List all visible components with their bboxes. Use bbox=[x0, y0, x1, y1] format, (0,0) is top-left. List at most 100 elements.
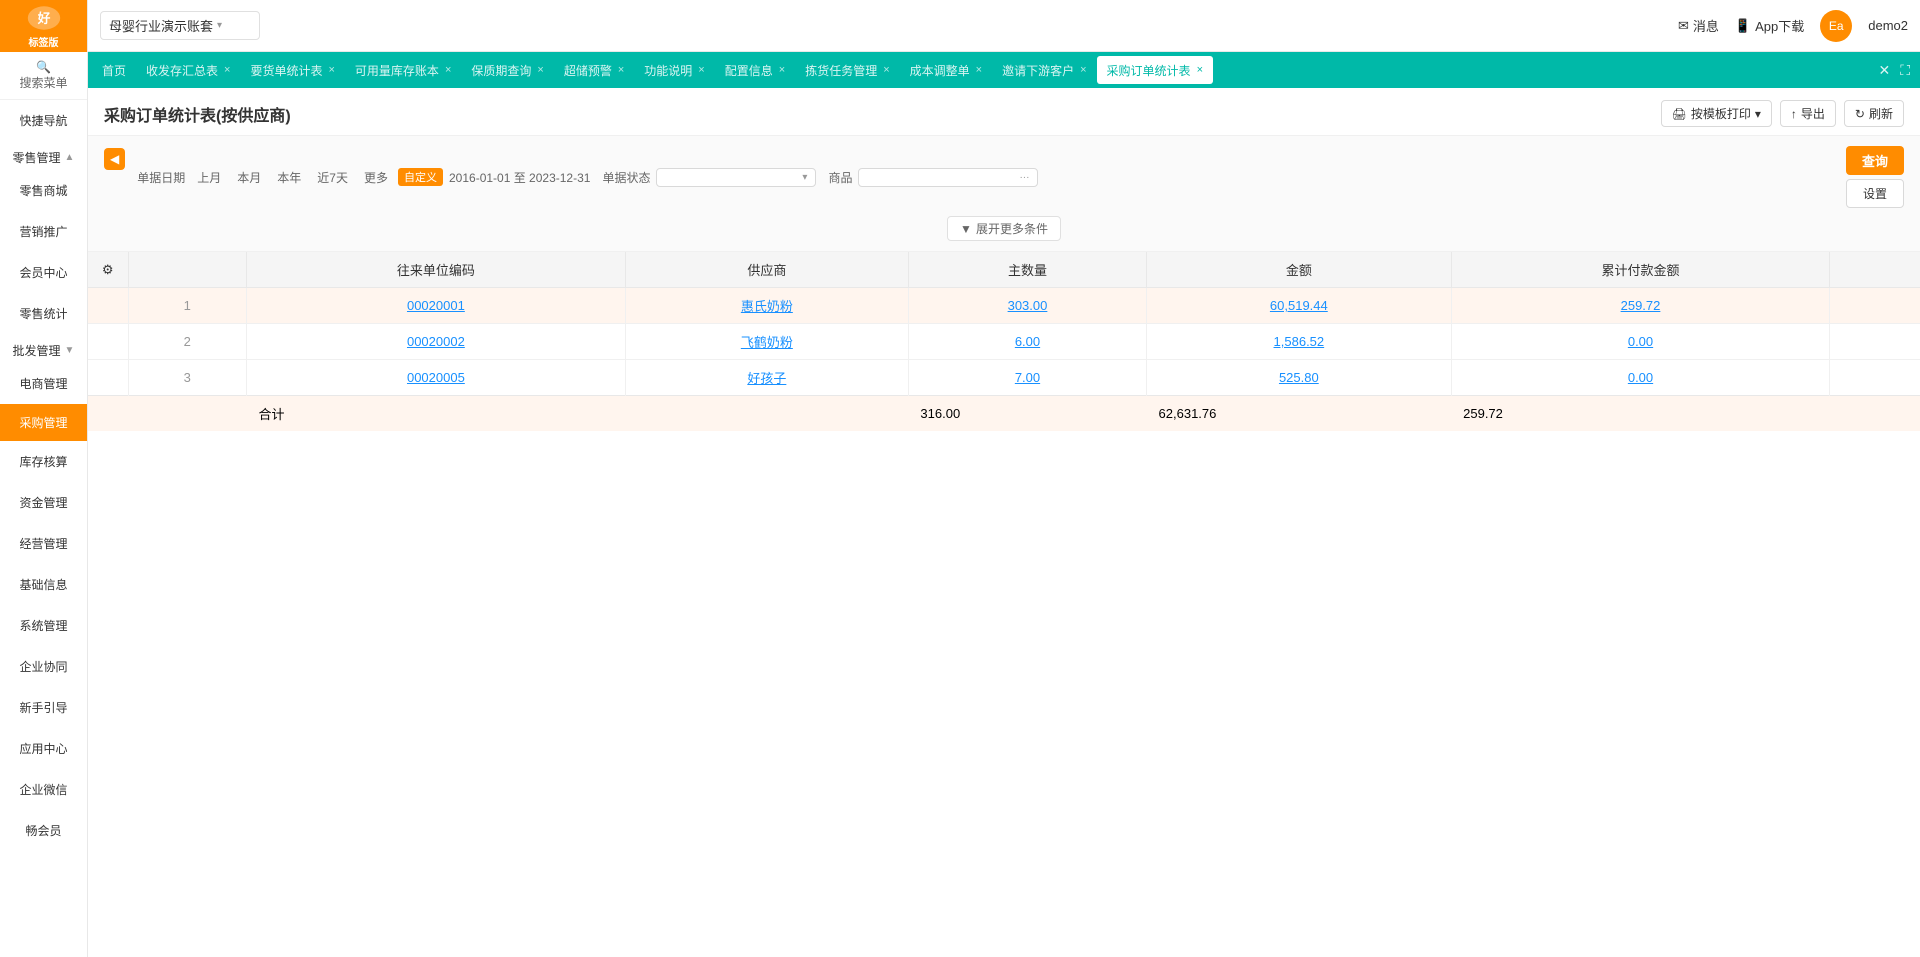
tab-available-stock[interactable]: 可用量库存账本 × bbox=[345, 56, 461, 84]
sidebar-item-marketing[interactable]: 营销推广 bbox=[4, 213, 83, 250]
sidebar-item-member[interactable]: 会员中心 bbox=[4, 254, 83, 291]
row-amount[interactable]: 60,519.44 bbox=[1147, 288, 1452, 324]
tab-close-icon[interactable]: × bbox=[1197, 64, 1203, 76]
sidebar-item-retail-stat[interactable]: 零售统计 bbox=[4, 295, 83, 332]
tab-close-icon[interactable]: × bbox=[618, 64, 624, 76]
row-paid-amount[interactable]: 0.00 bbox=[1451, 324, 1830, 360]
tab-cost-adjust[interactable]: 成本调整单 × bbox=[900, 56, 992, 84]
row-quantity[interactable]: 6.00 bbox=[908, 324, 1146, 360]
tab-close-icon[interactable]: × bbox=[328, 64, 334, 76]
logo-text: 标签版 bbox=[29, 34, 59, 49]
tab-close-icon[interactable]: × bbox=[1080, 64, 1086, 76]
row-paid-amount[interactable]: 0.00 bbox=[1451, 360, 1830, 396]
row-supplier-name[interactable]: 惠氏奶粉 bbox=[625, 288, 908, 324]
date-shortcut-7days[interactable]: 近7天 bbox=[311, 167, 354, 188]
sidebar-item-retail[interactable]: 零售管理 ▲ bbox=[0, 141, 87, 170]
sidebar-item-retail-mall[interactable]: 零售商城 bbox=[4, 172, 83, 209]
filter-settings-button[interactable]: 设置 bbox=[1846, 179, 1904, 208]
tab-requisition[interactable]: 要货单统计表 × bbox=[240, 56, 344, 84]
refresh-icon: ↻ bbox=[1855, 107, 1865, 121]
tab-pick-task[interactable]: 拣货任务管理 × bbox=[795, 56, 899, 84]
row-supplier-name[interactable]: 好孩子 bbox=[625, 360, 908, 396]
message-icon: ✉ bbox=[1678, 18, 1689, 34]
date-shortcut-more[interactable]: 更多 bbox=[358, 167, 394, 188]
tab-close-icon[interactable]: × bbox=[445, 64, 451, 76]
message-button[interactable]: ✉ 消息 bbox=[1678, 16, 1719, 35]
date-custom-badge[interactable]: 自定义 bbox=[398, 168, 443, 186]
tabbar-close-all-icon[interactable]: ✕ bbox=[1876, 60, 1892, 81]
user-name[interactable]: demo2 bbox=[1868, 18, 1908, 33]
sidebar-item-enterprise[interactable]: 企业协同 bbox=[4, 648, 83, 685]
tab-purchase-stat[interactable]: 采购订单统计表 × bbox=[1097, 56, 1213, 84]
tabbar: 首页 收发存汇总表 × 要货单统计表 × 可用量库存账本 × 保质期查询 × 超… bbox=[88, 52, 1920, 88]
sidebar-item-operation[interactable]: 经营管理 bbox=[4, 525, 83, 562]
tab-close-icon[interactable]: × bbox=[976, 64, 982, 76]
row-quantity[interactable]: 303.00 bbox=[908, 288, 1146, 324]
tab-label: 可用量库存账本 bbox=[355, 62, 439, 79]
sidebar-item-inventory[interactable]: 库存核算 bbox=[4, 443, 83, 480]
status-select-arrow-icon: ▾ bbox=[802, 172, 807, 183]
th-settings[interactable]: ⚙ bbox=[88, 252, 128, 288]
date-shortcut-this-month[interactable]: 本月 bbox=[231, 167, 267, 188]
row-amount[interactable]: 1,586.52 bbox=[1147, 324, 1452, 360]
filter-collapse-button[interactable]: ◀ bbox=[104, 148, 125, 170]
sidebar-item-label: 电商管理 bbox=[19, 377, 67, 391]
goods-input[interactable]: ··· bbox=[858, 168, 1038, 187]
filter-area: ◀ 单据日期 上月 本月 本年 近7天 更多 自定义 2016-01-01 至 … bbox=[88, 136, 1920, 252]
tab-close-icon[interactable]: × bbox=[224, 64, 230, 76]
tab-config[interactable]: 配置信息 × bbox=[715, 56, 795, 84]
row-index: 1 bbox=[128, 288, 247, 324]
tab-close-icon[interactable]: × bbox=[779, 64, 785, 76]
template-print-button[interactable]: 🖨 按模板打印 ▾ bbox=[1661, 100, 1772, 127]
tab-overstock[interactable]: 超储预警 × bbox=[554, 56, 634, 84]
refresh-button[interactable]: ↻ 刷新 bbox=[1844, 100, 1904, 127]
workspace-selector[interactable]: 母婴行业演示账套 ▾ bbox=[100, 11, 260, 40]
sidebar: 好 标签版 🔍 搜索菜单 快捷导航 零售管理 ▲ 零售商城 营销推广 会员中心 … bbox=[0, 0, 88, 957]
sidebar-item-search[interactable]: 🔍 搜索菜单 bbox=[0, 52, 87, 100]
tab-close-icon[interactable]: × bbox=[537, 64, 543, 76]
tabbar-maximize-icon[interactable]: ⛶ bbox=[1898, 60, 1912, 81]
tab-invite-customer[interactable]: 邀请下游客户 × bbox=[992, 56, 1096, 84]
tab-label: 配置信息 bbox=[725, 62, 773, 79]
sidebar-item-purchase[interactable]: 采购管理 bbox=[0, 404, 87, 441]
date-shortcut-last-month[interactable]: 上月 bbox=[191, 167, 227, 188]
tab-label: 邀请下游客户 bbox=[1002, 62, 1074, 79]
sidebar-item-label: 采购管理 bbox=[19, 416, 67, 430]
sidebar-item-ecommerce[interactable]: 电商管理 bbox=[4, 365, 83, 402]
sidebar-item-wechat[interactable]: 企业微信 bbox=[4, 771, 83, 808]
sidebar-item-basic[interactable]: 基础信息 bbox=[4, 566, 83, 603]
row-supplier-code[interactable]: 00020002 bbox=[247, 324, 626, 360]
user-avatar[interactable]: Ea bbox=[1820, 10, 1852, 42]
status-select[interactable]: ▾ bbox=[656, 168, 816, 187]
row-index: 3 bbox=[128, 360, 247, 396]
row-amount[interactable]: 525.80 bbox=[1147, 360, 1452, 396]
goods-input-more-icon[interactable]: ··· bbox=[1019, 172, 1029, 183]
sidebar-item-wholesale[interactable]: 批发管理 ▼ bbox=[0, 334, 87, 363]
sidebar-search-label: 搜索菜单 bbox=[19, 76, 67, 90]
th-supplier-name: 供应商 bbox=[625, 252, 908, 288]
sidebar-item-vip[interactable]: 畅会员 bbox=[4, 812, 83, 849]
tab-close-icon[interactable]: × bbox=[698, 64, 704, 76]
tab-collect-send[interactable]: 收发存汇总表 × bbox=[136, 56, 240, 84]
row-supplier-code[interactable]: 00020005 bbox=[247, 360, 626, 396]
expand-more-row: ▼ 展开更多条件 bbox=[104, 216, 1904, 241]
date-shortcut-this-year[interactable]: 本年 bbox=[271, 167, 307, 188]
export-button[interactable]: ↑ 导出 bbox=[1780, 100, 1836, 127]
tab-warranty[interactable]: 保质期查询 × bbox=[461, 56, 553, 84]
expand-more-button[interactable]: ▼ 展开更多条件 bbox=[947, 216, 1061, 241]
sidebar-item-system[interactable]: 系统管理 bbox=[4, 607, 83, 644]
tab-function-desc[interactable]: 功能说明 × bbox=[634, 56, 714, 84]
query-button[interactable]: 查询 bbox=[1846, 146, 1904, 175]
row-paid-amount[interactable]: 259.72 bbox=[1451, 288, 1830, 324]
sidebar-item-app-center[interactable]: 应用中心 bbox=[4, 730, 83, 767]
row-quantity[interactable]: 7.00 bbox=[908, 360, 1146, 396]
app-download-button[interactable]: 📱 App下载 bbox=[1735, 16, 1804, 35]
tab-home[interactable]: 首页 bbox=[92, 56, 136, 84]
tab-close-icon[interactable]: × bbox=[883, 64, 889, 76]
sidebar-item-finance[interactable]: 资金管理 bbox=[4, 484, 83, 521]
sidebar-item-quick-nav[interactable]: 快捷导航 bbox=[4, 102, 83, 139]
sidebar-item-newbie[interactable]: 新手引导 bbox=[4, 689, 83, 726]
row-supplier-code[interactable]: 00020001 bbox=[247, 288, 626, 324]
date-shortcuts: 上月 本月 本年 近7天 更多 自定义 bbox=[191, 167, 443, 188]
row-supplier-name[interactable]: 飞鹤奶粉 bbox=[625, 324, 908, 360]
